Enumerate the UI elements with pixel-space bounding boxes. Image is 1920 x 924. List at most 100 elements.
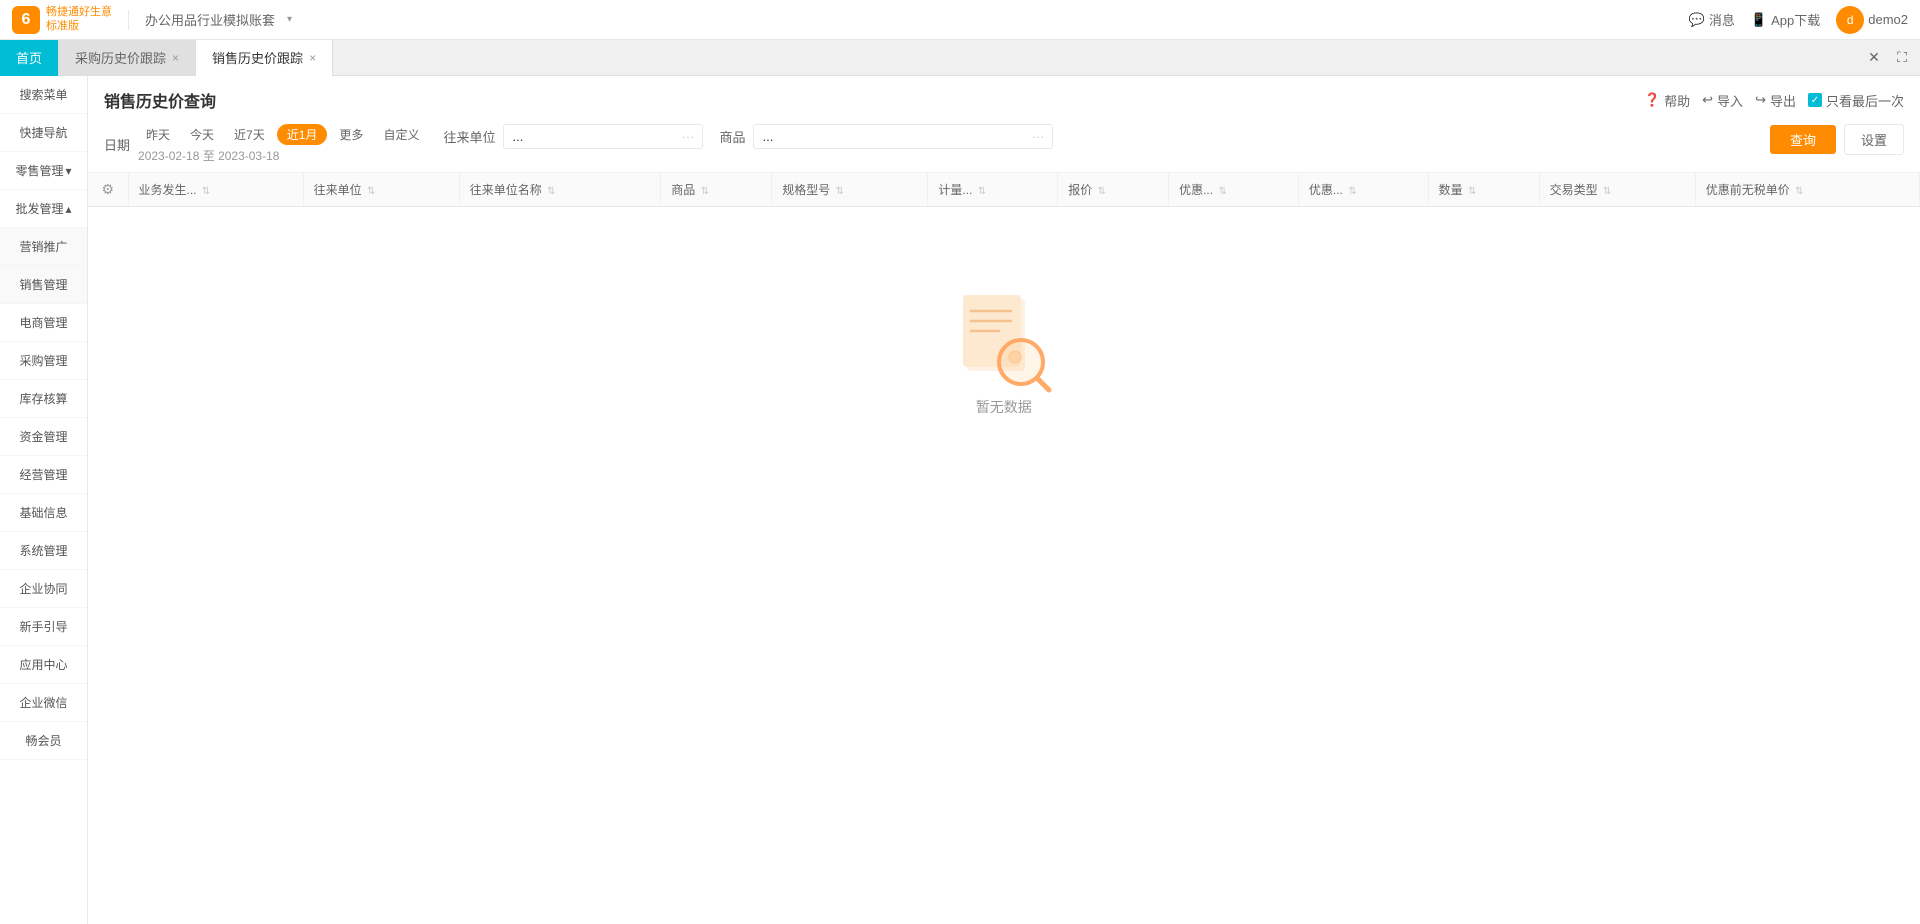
- download-icon: 📱: [1751, 12, 1767, 28]
- col-quantity[interactable]: 数量 ⇅: [1428, 173, 1539, 207]
- date-range-display: 2023-02-18 至 2023-03-18: [138, 147, 427, 164]
- date-btn-custom[interactable]: 自定义: [375, 124, 427, 145]
- date-filter-group: 日期 昨天 今天 近7天 近1月 更多 自定义 2023-02-18 至 202…: [104, 124, 427, 164]
- tab-home[interactable]: 首页: [0, 40, 59, 76]
- sidebar-item-quick-nav[interactable]: 快捷导航: [0, 114, 87, 152]
- date-btn-yesterday[interactable]: 昨天: [138, 124, 178, 145]
- date-btn-today[interactable]: 今天: [182, 124, 222, 145]
- sidebar-item-app-center[interactable]: 应用中心: [0, 646, 87, 684]
- export-btn[interactable]: ↪ 导出: [1755, 91, 1796, 110]
- content-area: 销售历史价查询 ❓ 帮助 ↩ 导入 ↪ 导出: [88, 76, 1920, 924]
- top-bar-left: 6 畅捷通好生意 标准版 办公用品行业模拟账套 ▾: [12, 6, 292, 34]
- sort-quantity[interactable]: ⇅: [1468, 186, 1476, 197]
- sidebar-item-search-menu[interactable]: 搜索菜单: [0, 76, 87, 114]
- sidebar-item-purchase-mgmt[interactable]: 采购管理: [0, 342, 87, 380]
- wholesale-mgmt-arrow: ▴: [65, 202, 71, 216]
- sort-trade-type[interactable]: ⇅: [1603, 186, 1611, 197]
- sort-spec[interactable]: ⇅: [836, 186, 844, 197]
- sort-partner-code[interactable]: ⇅: [367, 186, 375, 197]
- page-header: 销售历史价查询 ❓ 帮助 ↩ 导入 ↪ 导出: [88, 76, 1920, 173]
- product-filter-group: 商品 ... ···: [719, 124, 1053, 149]
- sidebar-item-marketing[interactable]: 营销推广: [0, 228, 87, 266]
- help-btn[interactable]: ❓ 帮助: [1644, 91, 1690, 110]
- app-download-btn[interactable]: 📱 App下载: [1751, 10, 1820, 29]
- sidebar: 搜索菜单 快捷导航 零售管理 ▾ 批发管理 ▴ 营销推广 销售管理 电商管理 采…: [0, 76, 88, 924]
- page-title: 销售历史价查询: [104, 88, 216, 112]
- sort-quote[interactable]: ⇅: [1098, 186, 1106, 197]
- filter-actions: 查询 设置: [1770, 124, 1904, 155]
- sidebar-item-ecom-mgmt[interactable]: 电商管理: [0, 304, 87, 342]
- col-partner-code[interactable]: 往来单位 ⇅: [303, 173, 459, 207]
- product-input[interactable]: ... ···: [753, 124, 1053, 149]
- sidebar-item-operations-mgmt[interactable]: 经营管理: [0, 456, 87, 494]
- empty-text: 暂无数据: [976, 397, 1032, 417]
- sort-pre-tax-price[interactable]: ⇅: [1795, 186, 1803, 197]
- col-spec[interactable]: 规格型号 ⇅: [772, 173, 928, 207]
- app-title-dropdown[interactable]: ▾: [287, 14, 292, 25]
- sidebar-item-finance-mgmt[interactable]: 资金管理: [0, 418, 87, 456]
- sort-discount2[interactable]: ⇅: [1348, 186, 1356, 197]
- user-menu[interactable]: d demo2: [1836, 6, 1908, 34]
- sidebar-item-inventory-check[interactable]: 库存核算: [0, 380, 87, 418]
- col-quote[interactable]: 报价 ⇅: [1058, 173, 1169, 207]
- sort-unit[interactable]: ⇅: [978, 186, 986, 197]
- sidebar-item-member-club[interactable]: 畅会员: [0, 722, 87, 760]
- sidebar-item-system-mgmt[interactable]: 系统管理: [0, 532, 87, 570]
- settings-icon[interactable]: ⚙: [101, 181, 114, 197]
- settings-button[interactable]: 设置: [1844, 124, 1904, 155]
- tab-purchase-history[interactable]: 采购历史价跟踪 ×: [59, 40, 196, 76]
- sidebar-item-sales-mgmt[interactable]: 销售管理: [0, 266, 87, 304]
- logo-icon: 6: [12, 6, 40, 34]
- sort-partner-name[interactable]: ⇅: [547, 186, 555, 197]
- sidebar-item-newbie-guide[interactable]: 新手引导: [0, 608, 87, 646]
- partner-input[interactable]: ... ···: [503, 124, 703, 149]
- product-input-dots: ···: [1031, 129, 1044, 144]
- header-actions: ❓ 帮助 ↩ 导入 ↪ 导出 只看最后一次: [1644, 91, 1904, 110]
- logo-text: 畅捷通好生意 标准版: [46, 6, 112, 32]
- col-discount2[interactable]: 优惠... ⇅: [1298, 173, 1428, 207]
- app-title: 办公用品行业模拟账套: [145, 10, 275, 29]
- retail-mgmt-arrow: ▾: [65, 164, 71, 178]
- logo-area: 6 畅捷通好生意 标准版: [12, 6, 112, 34]
- empty-illustration: [949, 287, 1059, 397]
- sidebar-item-enterprise-wechat[interactable]: 企业微信: [0, 684, 87, 722]
- sort-product[interactable]: ⇅: [701, 186, 709, 197]
- partner-input-text: ...: [512, 129, 523, 144]
- empty-state-row: 暂无数据: [88, 207, 1920, 498]
- query-button[interactable]: 查询: [1770, 125, 1836, 154]
- sidebar-item-enterprise-collab[interactable]: 企业协同: [0, 570, 87, 608]
- col-trade-type[interactable]: 交易类型 ⇅: [1539, 173, 1695, 207]
- date-label: 日期: [104, 135, 130, 154]
- col-discount1[interactable]: 优惠... ⇅: [1169, 173, 1299, 207]
- message-btn[interactable]: 💬 消息: [1689, 10, 1735, 29]
- empty-state: 暂无数据: [88, 207, 1920, 497]
- date-btn-1month[interactable]: 近1月: [277, 124, 328, 145]
- top-bar-right: 💬 消息 📱 App下载 d demo2: [1689, 6, 1908, 34]
- only-last-checkbox[interactable]: [1808, 93, 1822, 107]
- sidebar-item-basic-info[interactable]: 基础信息: [0, 494, 87, 532]
- page-title-row: 销售历史价查询 ❓ 帮助 ↩ 导入 ↪ 导出: [104, 88, 1904, 112]
- col-biz-date[interactable]: 业务发生... ⇅: [128, 173, 303, 207]
- col-product[interactable]: 商品 ⇅: [661, 173, 772, 207]
- tab-purchase-label: 采购历史价跟踪: [75, 48, 166, 67]
- tab-home-label: 首页: [16, 48, 42, 67]
- date-buttons: 昨天 今天 近7天 近1月 更多 自定义: [138, 124, 427, 145]
- filter-row: 日期 昨天 今天 近7天 近1月 更多 自定义 2023-02-18 至 202…: [104, 124, 1904, 164]
- import-btn[interactable]: ↩ 导入: [1702, 91, 1743, 110]
- date-btn-more[interactable]: 更多: [331, 124, 371, 145]
- sidebar-item-wholesale-mgmt[interactable]: 批发管理 ▴: [0, 190, 87, 228]
- date-btn-7days[interactable]: 近7天: [226, 124, 273, 145]
- import-icon: ↩: [1702, 92, 1713, 108]
- sort-discount1[interactable]: ⇅: [1218, 186, 1226, 197]
- tab-sales-history[interactable]: 销售历史价跟踪 ×: [196, 40, 333, 76]
- sidebar-item-retail-mgmt[interactable]: 零售管理 ▾: [0, 152, 87, 190]
- maximize-btn[interactable]: ⛶: [1892, 48, 1912, 68]
- col-pre-tax-price[interactable]: 优惠前无税单价 ⇅: [1695, 173, 1919, 207]
- col-partner-name[interactable]: 往来单位名称 ⇅: [459, 173, 661, 207]
- col-settings[interactable]: ⚙: [88, 173, 128, 207]
- col-unit[interactable]: 计量... ⇅: [928, 173, 1058, 207]
- close-all-btn[interactable]: ✕: [1864, 48, 1884, 68]
- sort-biz-date[interactable]: ⇅: [202, 186, 210, 197]
- tab-sales-close[interactable]: ×: [309, 51, 316, 65]
- tab-purchase-close[interactable]: ×: [172, 51, 179, 65]
